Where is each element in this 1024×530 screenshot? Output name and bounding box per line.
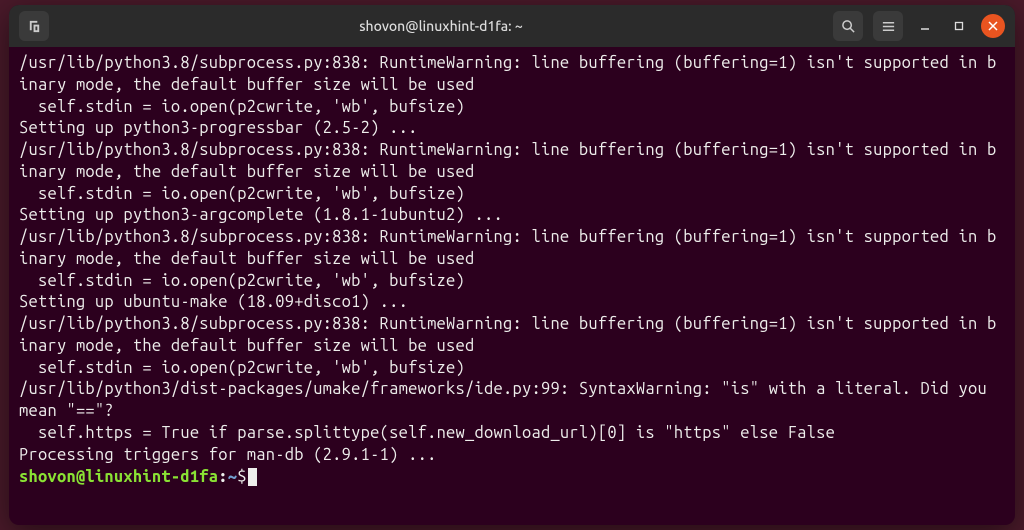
terminal-output[interactable]: /usr/lib/python3.8/subprocess.py:838: Ru… <box>9 47 1015 525</box>
output-line: self.stdin = io.open(p2cwrite, 'wb', buf… <box>19 272 465 290</box>
cursor <box>248 468 257 486</box>
output-line: /usr/lib/python3.8/subprocess.py:838: Ru… <box>19 54 996 94</box>
maximize-button[interactable] <box>947 14 971 38</box>
output-line: self.https = True if parse.splittype(sel… <box>19 424 835 442</box>
new-tab-icon <box>27 19 42 34</box>
prompt-colon: : <box>218 468 228 486</box>
window-title: shovon@linuxhint-d1fa: ~ <box>57 18 825 34</box>
search-button[interactable] <box>833 11 863 41</box>
output-line: Setting up ubuntu-make (18.09+disco1) ..… <box>19 293 408 311</box>
titlebar-left <box>19 11 49 41</box>
prompt-user-host: shovon@linuxhint-d1fa <box>19 468 218 486</box>
prompt-path: ~ <box>228 468 238 486</box>
output-line: self.stdin = io.open(p2cwrite, 'wb', buf… <box>19 185 465 203</box>
output-line: self.stdin = io.open(p2cwrite, 'wb', buf… <box>19 359 465 377</box>
titlebar: shovon@linuxhint-d1fa: ~ <box>9 5 1015 47</box>
output-line: /usr/lib/python3.8/subprocess.py:838: Ru… <box>19 141 996 181</box>
search-icon <box>841 19 856 34</box>
minimize-button[interactable] <box>913 14 937 38</box>
maximize-icon <box>954 21 964 31</box>
close-button[interactable] <box>981 14 1005 38</box>
prompt-symbol: $ <box>237 468 247 486</box>
hamburger-icon <box>881 19 896 34</box>
titlebar-right <box>833 11 1005 41</box>
new-tab-button[interactable] <box>19 11 49 41</box>
terminal-window: shovon@linuxhint-d1fa: ~ /usr/lib/python… <box>9 5 1015 525</box>
output-line: /usr/lib/python3.8/subprocess.py:838: Ru… <box>19 315 996 355</box>
output-line: Processing triggers for man-db (2.9.1-1)… <box>19 446 437 464</box>
minimize-icon <box>920 21 930 31</box>
close-icon <box>988 21 998 31</box>
output-line: self.stdin = io.open(p2cwrite, 'wb', buf… <box>19 98 465 116</box>
output-line: Setting up python3-argcomplete (1.8.1-1u… <box>19 206 503 224</box>
menu-button[interactable] <box>873 11 903 41</box>
output-line: /usr/lib/python3/dist-packages/umake/fra… <box>19 380 996 420</box>
output-line: Setting up python3-progressbar (2.5-2) .… <box>19 119 418 137</box>
output-line: /usr/lib/python3.8/subprocess.py:838: Ru… <box>19 228 996 268</box>
